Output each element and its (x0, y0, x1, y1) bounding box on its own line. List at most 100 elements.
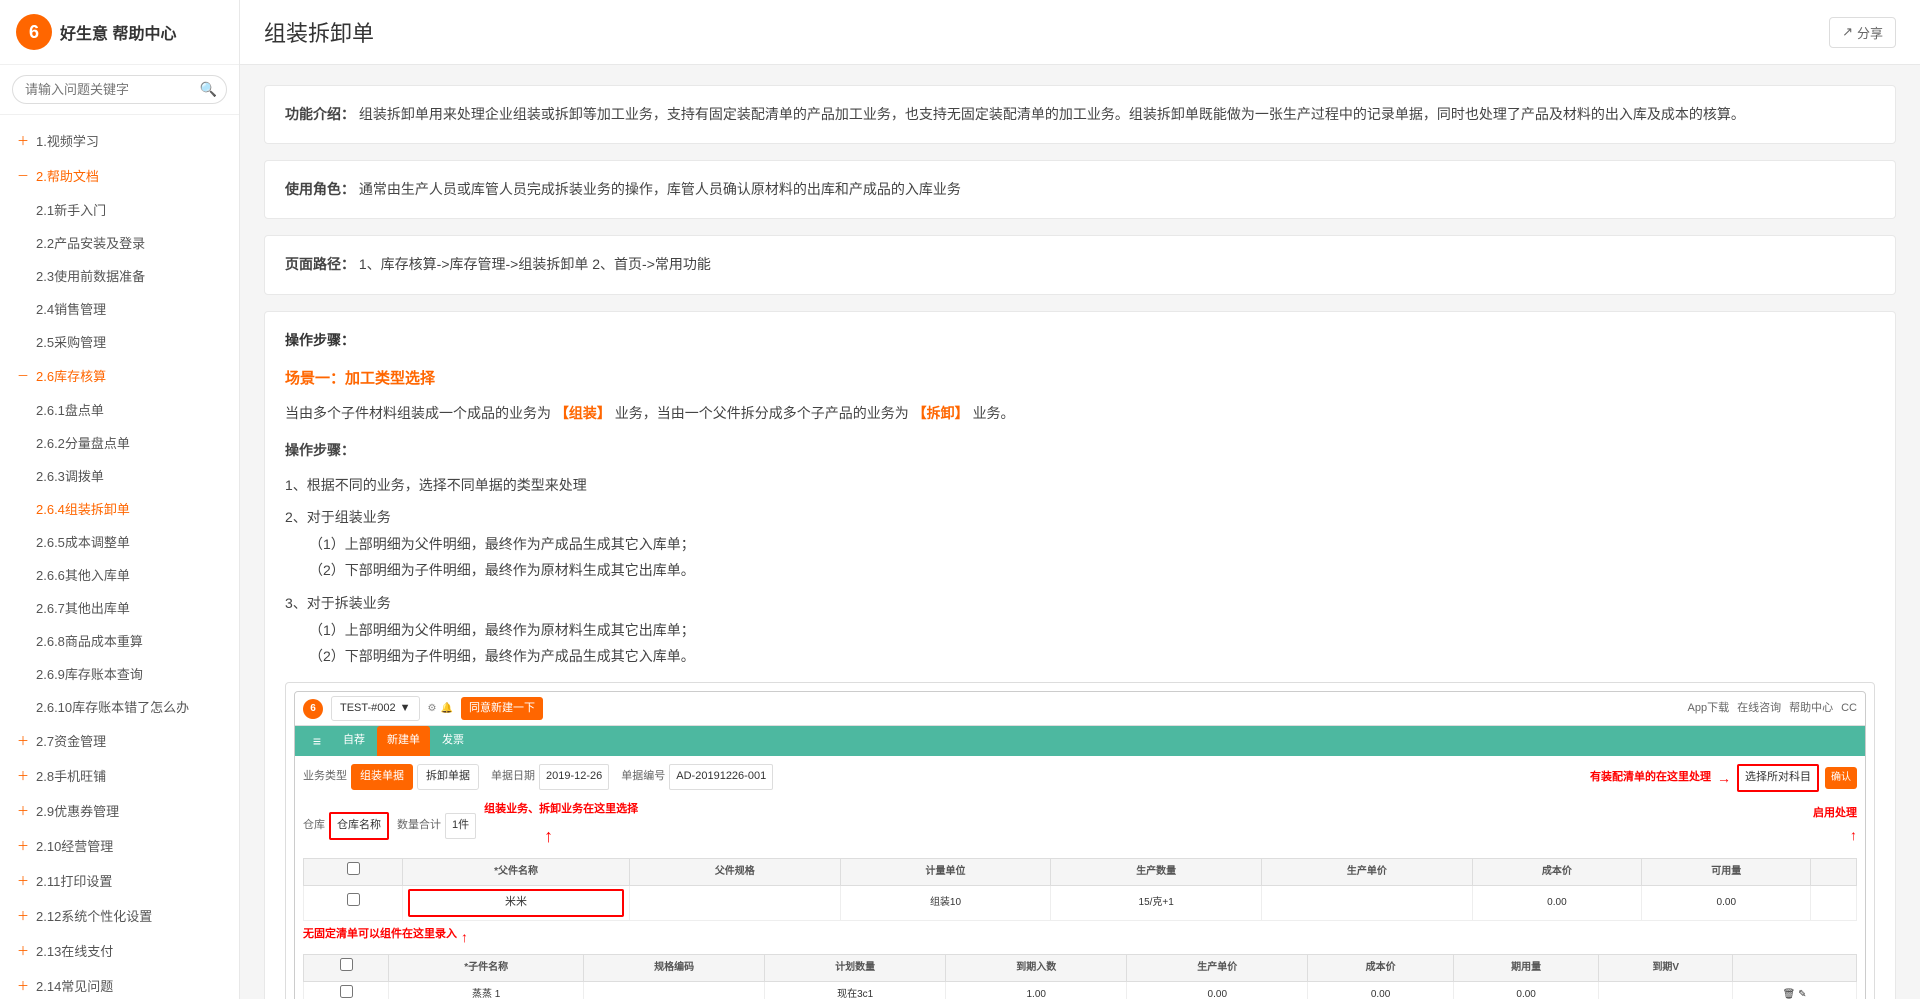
content-area: 功能介绍： 组装拆卸单用来处理企业组装或拆卸等加工业务，支持有固定装配清单的产品… (240, 65, 1920, 999)
col-prod-qty: 生产数量 (1051, 859, 1262, 886)
col-child-cost: 成本价 (1308, 955, 1454, 982)
parent-table: *父件名称 父件规格 计量单位 生产数量 生产单价 成本价 可用量 (303, 858, 1857, 921)
sidebar-item-finance[interactable]: ＋ 2.7资金管理 (0, 723, 239, 758)
ops-block: 操作步骤： 场景一：加工类型选择 当由多个子件材料组装成一个成品的业务为 【组装… (264, 311, 1896, 999)
path-block: 页面路径： 1、库存核算->库存管理->组装拆卸单 2、首页->常用功能 (264, 235, 1896, 294)
sidebar-item-263[interactable]: 2.6.3调拨单 (0, 459, 239, 492)
warehouse-input[interactable]: 仓库名称 (329, 812, 389, 840)
screen-tab-home[interactable]: 自荐 (333, 726, 375, 756)
expand-icon: ＋ (16, 134, 30, 148)
type-option-disassemble[interactable]: 拆卸单据 (417, 764, 479, 790)
doc-no-input[interactable]: AD-20191226-001 (669, 764, 773, 790)
share-icon: ↗ (1842, 24, 1853, 40)
search-input[interactable] (12, 75, 227, 104)
sidebar-item-264[interactable]: 2.6.4组装拆卸单 (0, 492, 239, 525)
screen-top-links: App下载 在线咨询 帮助中心 CC (1688, 699, 1857, 719)
page-title: 组装拆卸单 (264, 16, 374, 48)
step3-sub2: （2）下部明细为子件明细，最终作为产成品生成其它入库单。 (285, 643, 1875, 670)
sidebar-item-262[interactable]: 2.6.2分量盘点单 (0, 426, 239, 459)
search-icon[interactable]: 🔍 (200, 81, 217, 98)
sidebar-item-268[interactable]: 2.6.8商品成本重算 (0, 624, 239, 657)
share-button[interactable]: ↗ 分享 (1829, 17, 1896, 48)
step2-sub2: （2）下部明细为子件明细，最终作为原材料生成其它出库单。 (285, 557, 1875, 584)
sidebar-item-mobile[interactable]: ＋ 2.8手机旺铺 (0, 758, 239, 793)
col-checkbox (304, 859, 403, 886)
sidebar-item-new[interactable]: 2.1新手入门 (0, 193, 239, 226)
ops-title: 操作步骤： (285, 328, 1875, 353)
annotation5-area: 无固定清单可以组件在这里录入 ↑ (303, 925, 1857, 950)
sidebar-item-data[interactable]: 2.3使用前数据准备 (0, 259, 239, 292)
sidebar-item-faq[interactable]: ＋ 2.14常见问题 (0, 968, 239, 999)
screen-tab-new[interactable]: 新建单 (377, 726, 430, 756)
doc-no-field: 单据编号 AD-20191226-001 (621, 764, 773, 790)
sidebar-item-265[interactable]: 2.6.5成本调整单 (0, 525, 239, 558)
parent-name-input[interactable]: 米米 (408, 889, 624, 917)
sidebar-item-install[interactable]: 2.2产品安装及登录 (0, 226, 239, 259)
sidebar-item-coupon[interactable]: ＋ 2.9优惠券管理 (0, 793, 239, 828)
col-child-v: 到期V (1599, 955, 1733, 982)
app-name: 好生意 帮助中心 (60, 20, 176, 44)
sidebar-item-print[interactable]: ＋ 2.11打印设置 (0, 863, 239, 898)
date-input[interactable]: 2019-12-26 (539, 764, 609, 790)
sidebar-item-267[interactable]: 2.6.7其他出库单 (0, 591, 239, 624)
sidebar-item-docs[interactable]: － 2.帮助文档 (0, 158, 239, 193)
screen-tab-invoice[interactable]: 发票 (432, 726, 474, 756)
sidebar-item-261[interactable]: 2.6.1盘点单 (0, 393, 239, 426)
col-child-plan-qty: 计划数量 (765, 955, 946, 982)
screen-sim: 6 TEST-#002 ▼ ⚙ 🔔 同意新建一下 App下载 (294, 691, 1866, 999)
app-logo: 6 (16, 14, 52, 50)
col-child-in-qty: 到期入数 (946, 955, 1127, 982)
sidebar-item-purchase[interactable]: 2.5采购管理 (0, 325, 239, 358)
plus-icon-2: ＋ (16, 769, 30, 783)
child-row-checkbox-1[interactable] (340, 985, 353, 998)
col-parent-name: *父件名称 (403, 859, 630, 886)
plus-icon-4: ＋ (16, 839, 30, 853)
scene-desc: 当由多个子件材料组装成一个成品的业务为 【组装】 业务，当由一个父件拆分成多个子… (285, 400, 1875, 427)
row-checkbox[interactable] (347, 893, 360, 906)
screen-nav: ≡ 自荐 新建单 发票 (295, 726, 1865, 756)
annotated-input-1[interactable]: 选择所对科目 (1737, 764, 1819, 792)
annotation1-area: 有装配清单的在这里处理 → 选择所对科目 确认 (1590, 764, 1857, 792)
child-select-all[interactable] (340, 958, 353, 971)
screen-new-btn: 同意新建一下 (461, 697, 543, 721)
sidebar-header: 6 好生意 帮助中心 (0, 0, 239, 65)
sidebar-item-2610[interactable]: 2.6.10库存账本错了怎么办 (0, 690, 239, 723)
screenshot-container: 6 TEST-#002 ▼ ⚙ 🔔 同意新建一下 App下载 (285, 682, 1875, 999)
plus-icon-3: ＋ (16, 804, 30, 818)
role-text: 通常由生产人员或库管人员完成拆装业务的操作，库管人员确认原材料的出库和产成品的入… (359, 181, 961, 197)
plus-icon-6: ＋ (16, 909, 30, 923)
path-label: 页面路径： (285, 256, 355, 272)
sidebar-item-inventory[interactable]: － 2.6库存核算 (0, 358, 239, 393)
screen-icons: ⚙ 🔔 (428, 700, 453, 718)
col-actions (1811, 859, 1857, 886)
intro-label: 功能介绍： (285, 106, 355, 122)
type-option-assemble[interactable]: 组装单据 (351, 764, 413, 790)
sidebar-item-sys[interactable]: ＋ 2.12系统个性化设置 (0, 898, 239, 933)
qty-input[interactable]: 1件 (445, 813, 476, 839)
confirm-btn[interactable]: 确认 (1825, 767, 1857, 789)
intro-text: 组装拆卸单用来处理企业组装或拆卸等加工业务，支持有固定装配清单的产品加工业务，也… (359, 106, 1745, 122)
sidebar-item-video[interactable]: ＋ 1.视频学习 (0, 123, 239, 158)
arrow-icon-1: → (1717, 766, 1731, 791)
step2-sub1: （1）上部明细为父件明细，最终作为产成品生成其它入库单； (285, 531, 1875, 558)
sidebar-item-online[interactable]: ＋ 2.13在线支付 (0, 933, 239, 968)
sidebar-item-269[interactable]: 2.6.9库存账本查询 (0, 657, 239, 690)
screen-form-area: 业务类型 组装单据 拆卸单据 单据日期 (295, 756, 1865, 999)
parent-table-section: *父件名称 父件规格 计量单位 生产数量 生产单价 成本价 可用量 (303, 858, 1857, 921)
sidebar-item-266[interactable]: 2.6.6其他入库单 (0, 558, 239, 591)
col-cost: 成本价 (1472, 859, 1641, 886)
col-parent-spec: 父件规格 (629, 859, 840, 886)
warehouse-field: 仓库 仓库名称 (303, 812, 389, 840)
sidebar-item-sales[interactable]: 2.4销售管理 (0, 292, 239, 325)
annotation1-text: 有装配清单的在这里处理 (1590, 768, 1711, 788)
child-table: *子件名称 规格编码 计划数量 到期入数 生产单价 成本价 期用量 到期V (303, 954, 1857, 999)
select-all-checkbox[interactable] (347, 862, 360, 875)
sidebar-item-ops[interactable]: ＋ 2.10经营管理 (0, 828, 239, 863)
step1-text: 1、根据不同的业务，选择不同单据的类型来处理 (285, 472, 1875, 499)
col-child-name: *子件名称 (389, 955, 584, 982)
arrow-icon-4: ↑ (461, 925, 468, 950)
search-box: 🔍 (0, 65, 239, 115)
role-label: 使用角色： (285, 181, 355, 197)
sidebar: 6 好生意 帮助中心 🔍 ＋ 1.视频学习 － 2.帮助文档 2.1新手入门 2… (0, 0, 240, 999)
table-row: 米米 组装10 15/克+1 0.00 0.00 (304, 886, 1857, 921)
